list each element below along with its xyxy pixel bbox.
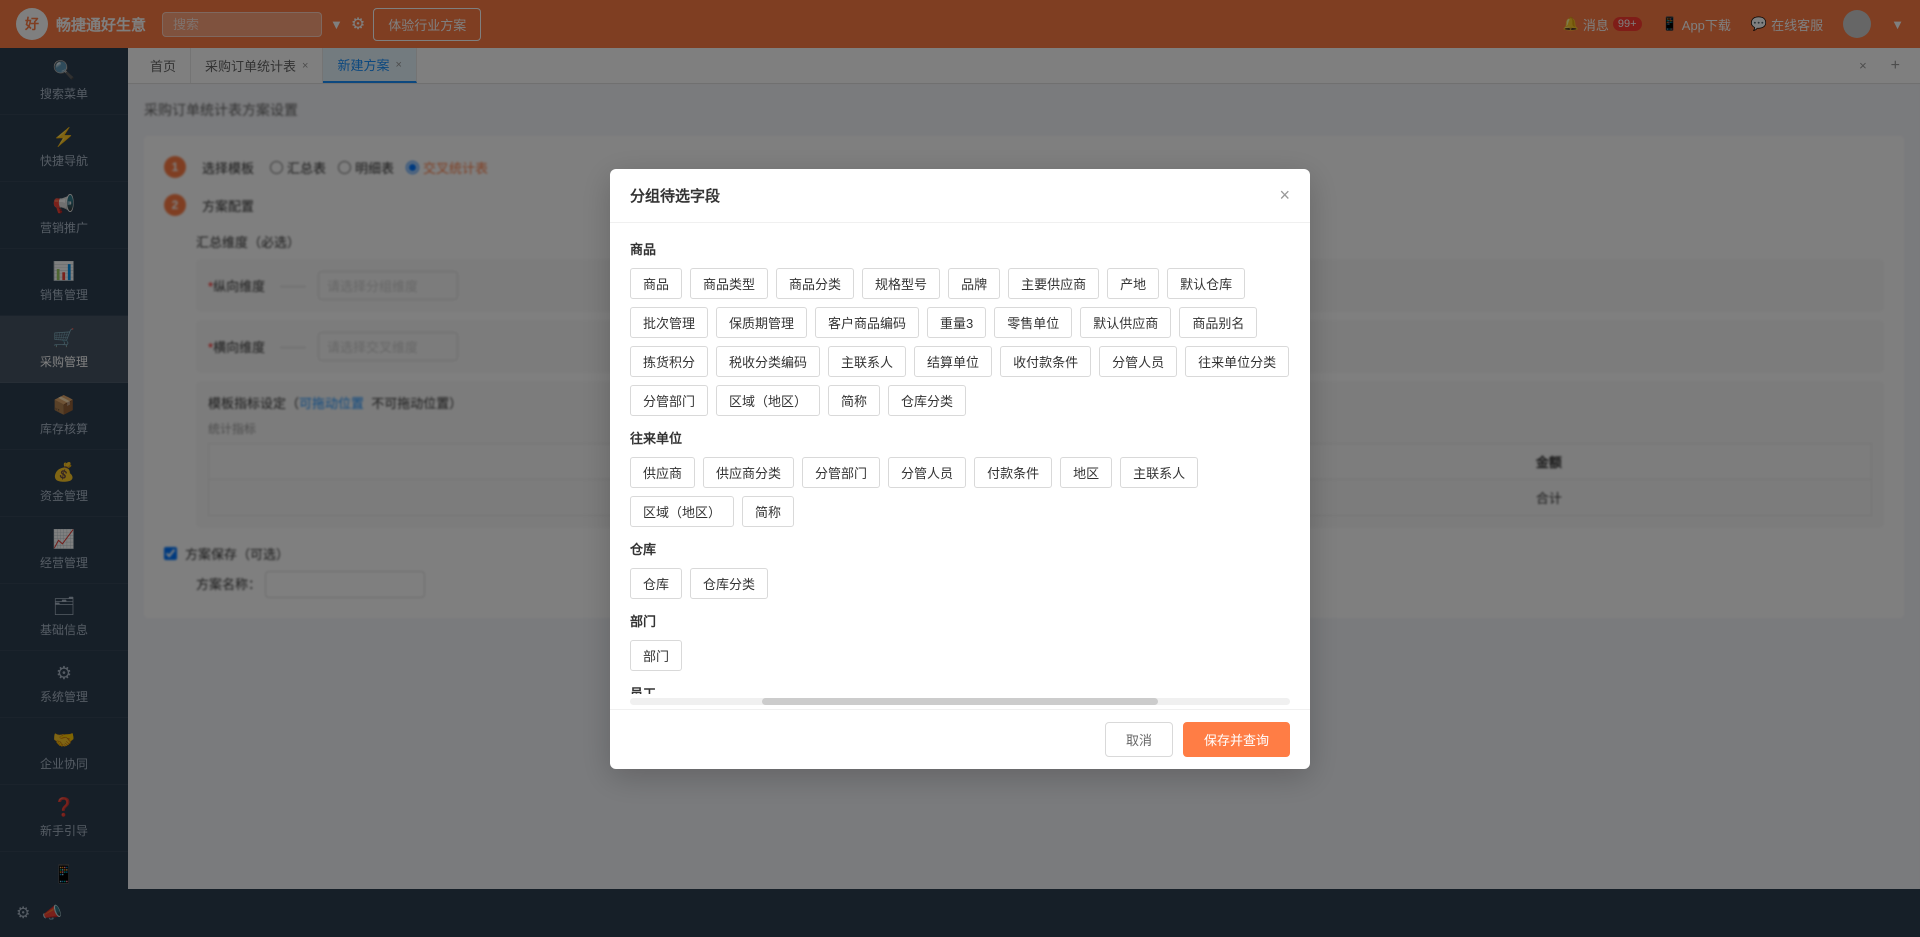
tag-short-name-partner[interactable]: 简称 <box>742 496 794 527</box>
tag-payment-cond[interactable]: 付款条件 <box>974 457 1052 488</box>
cancel-button[interactable]: 取消 <box>1105 722 1173 757</box>
modal-footer: 取消 保存并查询 <box>610 709 1310 769</box>
tag-supervise-dept[interactable]: 分管部门 <box>630 385 708 416</box>
tag-brand[interactable]: 品牌 <box>948 268 1000 299</box>
tag-weight3[interactable]: 重量3 <box>927 307 986 338</box>
tag-payment-terms[interactable]: 收付款条件 <box>1000 346 1091 377</box>
tag-product-type[interactable]: 商品类型 <box>690 268 768 299</box>
horizontal-scrollbar[interactable] <box>630 698 1290 704</box>
tag-grid-department: 部门 <box>630 640 1290 671</box>
modal-close-button[interactable]: × <box>1279 185 1290 206</box>
tag-region-area[interactable]: 区域（地区） <box>630 496 734 527</box>
tag-spec-model[interactable]: 规格型号 <box>862 268 940 299</box>
tag-settlement-unit[interactable]: 结算单位 <box>914 346 992 377</box>
modal-body: 商品 商品 商品类型 商品分类 规格型号 品牌 主要供应商 产地 默认仓库 批次… <box>610 223 1310 695</box>
section-title-warehouse: 仓库 <box>630 539 1290 558</box>
tag-supervisor[interactable]: 分管人员 <box>1099 346 1177 377</box>
tag-partner-category[interactable]: 往来单位分类 <box>1185 346 1289 377</box>
confirm-button[interactable]: 保存并查询 <box>1183 722 1290 757</box>
tag-default-supplier[interactable]: 默认供应商 <box>1080 307 1171 338</box>
section-title-employee: 员工 <box>630 683 1290 695</box>
tag-warehouse-category[interactable]: 仓库分类 <box>888 385 966 416</box>
tag-region-product[interactable]: 区域（地区） <box>716 385 820 416</box>
tag-main-supplier[interactable]: 主要供应商 <box>1008 268 1099 299</box>
tag-region-partner[interactable]: 地区 <box>1060 457 1112 488</box>
tag-pick-points[interactable]: 拣货积分 <box>630 346 708 377</box>
tag-main-contact[interactable]: 主联系人 <box>828 346 906 377</box>
tag-product-alias[interactable]: 商品别名 <box>1179 307 1257 338</box>
tag-product[interactable]: 商品 <box>630 268 682 299</box>
tag-department[interactable]: 部门 <box>630 640 682 671</box>
tag-warehouse[interactable]: 仓库 <box>630 568 682 599</box>
tag-customer-code[interactable]: 客户商品编码 <box>815 307 919 338</box>
tag-retail-unit[interactable]: 零售单位 <box>994 307 1072 338</box>
tag-contact-partner[interactable]: 主联系人 <box>1120 457 1198 488</box>
tag-tax-code[interactable]: 税收分类编码 <box>716 346 820 377</box>
modal-title: 分组待选字段 <box>630 185 720 206</box>
tag-grid-partner: 供应商 供应商分类 分管部门 分管人员 付款条件 地区 主联系人 区域（地区） … <box>630 457 1290 527</box>
tag-grid-warehouse: 仓库 仓库分类 <box>630 568 1290 599</box>
tag-batch-mgmt[interactable]: 批次管理 <box>630 307 708 338</box>
tag-shelf-life[interactable]: 保质期管理 <box>716 307 807 338</box>
tag-supplier-category[interactable]: 供应商分类 <box>703 457 794 488</box>
tag-supplier[interactable]: 供应商 <box>630 457 695 488</box>
tag-short-name[interactable]: 简称 <box>828 385 880 416</box>
modal-header: 分组待选字段 × <box>610 169 1310 223</box>
section-title-department: 部门 <box>630 611 1290 630</box>
modal-overlay: 分组待选字段 × 商品 商品 商品类型 商品分类 规格型号 品牌 主要供应商 产… <box>0 0 1920 937</box>
tag-origin[interactable]: 产地 <box>1107 268 1159 299</box>
tag-default-warehouse[interactable]: 默认仓库 <box>1167 268 1245 299</box>
scrollbar-thumb <box>762 698 1158 704</box>
tag-warehouse-cat[interactable]: 仓库分类 <box>690 568 768 599</box>
tag-grid-product: 商品 商品类型 商品分类 规格型号 品牌 主要供应商 产地 默认仓库 批次管理 … <box>630 268 1290 416</box>
section-title-product: 商品 <box>630 239 1290 258</box>
modal: 分组待选字段 × 商品 商品 商品类型 商品分类 规格型号 品牌 主要供应商 产… <box>610 169 1310 769</box>
section-title-partner: 往来单位 <box>630 428 1290 447</box>
tag-dept-partner[interactable]: 分管部门 <box>802 457 880 488</box>
tag-supervisor-partner[interactable]: 分管人员 <box>888 457 966 488</box>
tag-product-category[interactable]: 商品分类 <box>776 268 854 299</box>
